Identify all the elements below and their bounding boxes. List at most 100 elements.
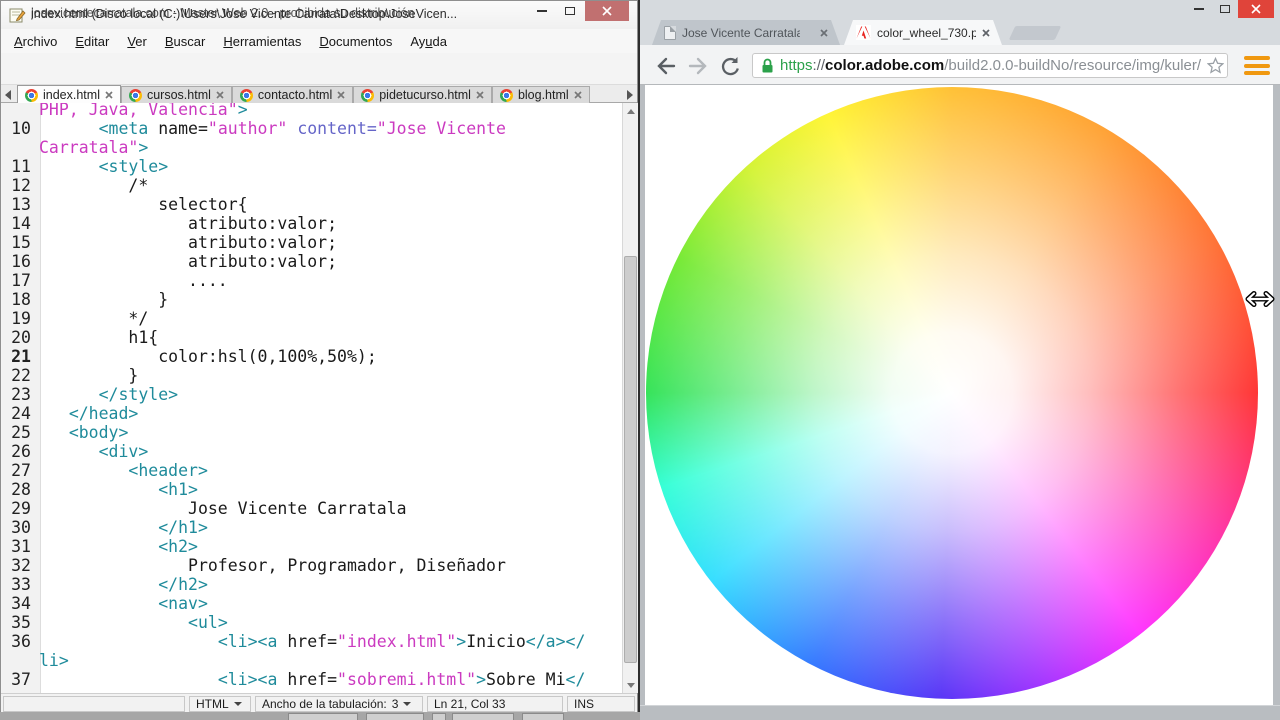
forward-icon[interactable] [686, 54, 710, 78]
editor-app-icon [9, 8, 26, 23]
new-tab-button[interactable] [1008, 26, 1062, 40]
window-frame [640, 705, 1280, 720]
back-icon[interactable] [654, 54, 678, 78]
code-row[interactable]: 21 color:hsl(0,100%,50%); [2, 347, 622, 366]
code-row[interactable]: 35 <ul> [2, 613, 622, 632]
window-frame[interactable] [1273, 85, 1280, 720]
code-row[interactable]: 19 */ [2, 309, 622, 328]
code-row[interactable]: 16 atributo:valor; [2, 252, 622, 271]
editor-scrollbar[interactable] [622, 103, 638, 693]
url-text[interactable]: https://color.adobe.com/build2.0.0-build… [780, 57, 1201, 74]
editor-tab-cursos.html[interactable]: cursos.html [120, 86, 232, 103]
tab-scroll-right-icon[interactable] [627, 90, 633, 100]
code-row[interactable]: 25 <body> [2, 423, 622, 442]
close-icon [982, 29, 990, 37]
code-row[interactable]: 34 <nav> [2, 594, 622, 613]
browser-toolbar: https://color.adobe.com/build2.0.0-build… [640, 45, 1280, 85]
scrollbar-thumb[interactable] [624, 256, 637, 663]
tab-width-dropdown[interactable]: Ancho de la tabulación: 3 [255, 696, 423, 712]
editor-maximize-button[interactable] [557, 1, 583, 21]
editor-tab-blog.html[interactable]: blog.html [491, 86, 590, 103]
code-row[interactable]: 31 <h2> [2, 537, 622, 556]
browser-tab-2[interactable]: color_wheel_730.png (730 [844, 20, 1002, 45]
code-row[interactable]: 29 Jose Vicente Carratala [2, 499, 622, 518]
code-row[interactable]: 22 } [2, 366, 622, 385]
desktop: index.html (Disco local (C:)\Users\Jose … [0, 0, 1280, 720]
code-row[interactable]: 10 <meta name="author" content="Jose Vic… [2, 119, 622, 138]
code-row[interactable]: 15 atributo:valor; [2, 233, 622, 252]
menu-editar[interactable]: Editar [66, 32, 118, 51]
editor-tab-contacto.html[interactable]: contacto.html [231, 86, 354, 103]
browser-maximize-button[interactable] [1212, 0, 1238, 18]
code-row[interactable]: 11 <style> [2, 157, 622, 176]
code-row[interactable]: PHP, Java, Valencia"> [2, 103, 622, 119]
code-row[interactable]: 32 Profesor, Programador, Diseñador [2, 556, 622, 575]
menu-herramientas[interactable]: Herramientas [214, 32, 310, 51]
code-row[interactable]: 13 selector{ [2, 195, 622, 214]
chrome-menu-icon[interactable] [1244, 56, 1270, 75]
color-wheel-image [646, 87, 1258, 699]
menu-ayuda[interactable]: Ayuda [401, 32, 456, 51]
scrollbar-up-icon[interactable] [623, 103, 638, 119]
code-row[interactable]: 24 </head> [2, 404, 622, 423]
chrome-favicon [239, 88, 253, 102]
taskbar-button[interactable] [288, 713, 358, 720]
chevron-down-icon [403, 702, 412, 706]
scrollbar-down-icon[interactable] [623, 677, 638, 693]
code-row[interactable]: 28 <h1> [2, 480, 622, 499]
chrome-favicon [128, 88, 142, 102]
window-frame [640, 85, 645, 720]
code-editor-area[interactable]: PHP, Java, Valencia"> 10 <meta name="auth… [2, 103, 638, 693]
address-bar[interactable]: https://color.adobe.com/build2.0.0-build… [752, 53, 1228, 78]
editor-statusbar: HTML Ancho de la tabulación: 3 Ln 21, Col… [1, 693, 637, 713]
menu-documentos[interactable]: Documentos [310, 32, 401, 51]
chrome-favicon [499, 88, 513, 102]
close-icon [476, 91, 484, 99]
editor-menubar: Archivo Editar Ver Buscar Herramientas Docume… [1, 29, 637, 53]
editor-minimize-button[interactable] [529, 1, 555, 21]
code-row[interactable]: 27 <header> [2, 461, 622, 480]
menu-buscar[interactable]: Buscar [156, 32, 214, 51]
code-row[interactable]: 33 </h2> [2, 575, 622, 594]
editor-tab-index.html[interactable]: index.html [17, 85, 121, 103]
taskbar-button[interactable] [452, 713, 514, 720]
code-row[interactable]: 17 .... [2, 271, 622, 290]
taskbar-edge[interactable] [0, 712, 640, 720]
editor-titlebar[interactable]: index.html (Disco local (C:)\Users\Jose … [1, 1, 637, 29]
browser-minimize-button[interactable] [1186, 0, 1212, 18]
browser-close-button[interactable] [1238, 0, 1274, 18]
bookmark-star-icon[interactable] [1207, 57, 1224, 74]
filetype-dropdown[interactable]: HTML [189, 696, 251, 712]
code-row[interactable]: 30 </h1> [2, 518, 622, 537]
reload-icon[interactable] [718, 54, 742, 78]
horizontal-resize-cursor-icon [1245, 291, 1275, 307]
menu-archivo[interactable]: Archivo [5, 32, 66, 51]
padlock-icon[interactable] [761, 58, 774, 74]
editor-window: index.html (Disco local (C:)\Users\Jose … [0, 0, 638, 713]
taskbar-button[interactable] [432, 713, 446, 720]
tab-label: cursos.html [146, 88, 211, 102]
code-row[interactable]: 36 <li><a href="index.html">Inicio</a></ [2, 632, 622, 651]
code-row[interactable]: 37 <li><a href="sobremi.html">Sobre Mi</ [2, 670, 622, 689]
menu-ver[interactable]: Ver [118, 32, 156, 51]
taskbar-button[interactable] [522, 713, 564, 720]
code-row[interactable]: 20 h1{ [2, 328, 622, 347]
browser-viewport [645, 85, 1273, 705]
taskbar-button[interactable] [366, 713, 424, 720]
tab-scroll-left-icon[interactable] [5, 90, 11, 100]
cursor-position-status: Ln 21, Col 33 [427, 696, 563, 712]
tab-title: color_wheel_730.png (730 [877, 25, 976, 40]
code-row[interactable]: 26 <div> [2, 442, 622, 461]
editor-close-button[interactable] [585, 1, 629, 21]
editor-title: index.html (Disco local (C:)\Users\Jose … [31, 6, 458, 21]
code-row[interactable]: 12 /* [2, 176, 622, 195]
code-row[interactable]: 18 } [2, 290, 622, 309]
chevron-down-icon [233, 702, 242, 706]
code-row[interactable]: Carratala"> [2, 138, 622, 157]
editor-tab-pidetucurso.html[interactable]: pidetucurso.html [353, 86, 492, 103]
code-row[interactable]: 14 atributo:valor; [2, 214, 622, 233]
code-row[interactable]: li> [2, 651, 622, 670]
code-row[interactable]: 23 </style> [2, 385, 622, 404]
close-icon [1251, 4, 1261, 14]
browser-tab-1[interactable]: Jose Vicente Carratala [652, 20, 840, 45]
